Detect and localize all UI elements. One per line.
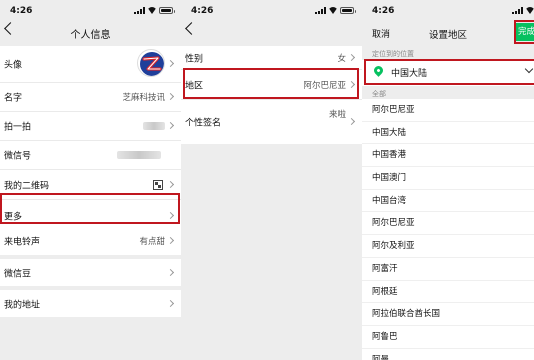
redacted-value xyxy=(117,151,161,159)
row-label: 微信豆 xyxy=(4,269,32,279)
chevron-right-icon xyxy=(347,117,356,126)
row-ringtone[interactable]: 来电铃声 有点甜 xyxy=(0,227,181,255)
located-section-header: 定位到的位置 xyxy=(362,46,534,60)
row-value: 来啦 xyxy=(328,110,346,120)
signal-icon xyxy=(134,7,145,14)
all-label: 全部 xyxy=(372,90,386,98)
row-label: 来电铃声 xyxy=(4,237,41,248)
row-avatar[interactable]: 头像 xyxy=(0,46,181,83)
region-list: 阿尔巴尼亚 中国大陆 中国香港 中国澳门 中国台湾 阿尔巴尼亚 阿尔及利亚 阿富… xyxy=(362,99,534,360)
row-pat[interactable]: 拍一拍 xyxy=(0,112,181,141)
nav-bar: 个人信息 xyxy=(0,20,181,44)
row-value: 芝麻科技讯 xyxy=(122,93,165,103)
row-region[interactable]: 地区 阿尔巴尼亚 xyxy=(181,70,362,100)
redacted-value xyxy=(143,122,165,130)
status-time: 4:26 xyxy=(372,6,395,16)
row-label: 头像 xyxy=(4,60,23,71)
wechat-beans-group: 微信豆 xyxy=(0,259,181,286)
located-label: 定位到的位置 xyxy=(372,50,414,58)
region-item[interactable]: 阿富汗 xyxy=(362,258,534,281)
row-value: 阿尔巴尼亚 xyxy=(303,80,346,91)
nav-bar: 取消 设置地区 完成 xyxy=(362,20,534,46)
row-qr-code[interactable]: 我的二维码 xyxy=(0,170,181,200)
status-time: 4:26 xyxy=(191,6,214,16)
profile-group: 头像 名字 芝麻科技讯 拍一拍 微信号 我的二维码 更多 xyxy=(0,46,181,232)
chevron-right-icon xyxy=(166,299,175,307)
chevron-right-icon xyxy=(347,53,356,61)
address-group: 我的地址 xyxy=(0,290,181,317)
status-bar: 4:26 xyxy=(362,0,534,20)
battery-icon xyxy=(340,7,356,14)
row-signature[interactable]: 个性签名 来啦 xyxy=(181,100,362,144)
chevron-right-icon xyxy=(166,211,175,220)
row-label: 更多 xyxy=(4,212,23,223)
row-label: 微信号 xyxy=(4,151,32,162)
qr-code-icon xyxy=(153,179,163,190)
chevron-right-icon xyxy=(166,236,175,245)
row-label: 名字 xyxy=(4,93,23,104)
more-group: 性别 女 地区 阿尔巴尼亚 个性签名 来啦 xyxy=(181,46,362,144)
row-wechat-id[interactable]: 微信号 xyxy=(0,141,181,170)
row-label: 个性签名 xyxy=(185,118,222,129)
region-item[interactable]: 阿尔巴尼亚 xyxy=(362,99,534,122)
region-item[interactable]: 中国澳门 xyxy=(362,167,534,190)
region-item[interactable]: 阿鲁巴 xyxy=(362,326,534,349)
chevron-right-icon xyxy=(347,80,356,88)
row-label: 地区 xyxy=(185,81,204,91)
chevron-right-icon xyxy=(166,59,175,68)
located-region-name: 中国大陆 xyxy=(391,69,428,79)
region-item[interactable]: 中国大陆 xyxy=(362,122,534,145)
wifi-icon xyxy=(329,7,337,14)
done-button[interactable]: 完成 xyxy=(514,23,534,41)
region-item[interactable]: 阿尔及利亚 xyxy=(362,235,534,258)
page-title: 设置地区 xyxy=(428,30,467,41)
chevron-right-icon xyxy=(166,268,175,276)
row-address[interactable]: 我的地址 xyxy=(0,290,181,317)
row-label: 拍一拍 xyxy=(4,122,32,133)
chevron-right-icon xyxy=(166,121,175,130)
nav-bar xyxy=(181,20,362,44)
back-arrow-icon[interactable] xyxy=(185,22,198,35)
region-item[interactable]: 阿曼 xyxy=(362,349,534,360)
row-wechat-beans[interactable]: 微信豆 xyxy=(0,259,181,286)
row-name[interactable]: 名字 芝麻科技讯 xyxy=(0,83,181,112)
region-item[interactable]: 阿根廷 xyxy=(362,281,534,304)
page-title: 个人信息 xyxy=(70,30,111,41)
row-value: 有点甜 xyxy=(139,237,165,247)
personal-info-screen: 4:26 个人信息 头像 名字 芝麻科技讯 拍一拍 微信号 我的二维码 更多 来… xyxy=(0,0,181,360)
set-region-screen: 4:26 取消 设置地区 完成 定位到的位置 中国大陆 全部 阿尔巴尼亚 中国大… xyxy=(362,0,534,360)
signal-icon xyxy=(315,7,326,14)
location-pin-icon xyxy=(372,64,385,77)
status-bar: 4:26 xyxy=(181,0,362,20)
located-region-row[interactable]: 中国大陆 xyxy=(362,60,534,84)
status-time: 4:26 xyxy=(10,6,33,16)
ringtone-group: 来电铃声 有点甜 xyxy=(0,227,181,255)
row-value: 女 xyxy=(337,53,346,64)
all-section-header: 全部 xyxy=(362,86,534,99)
chevron-right-icon xyxy=(166,92,175,101)
chevron-right-icon xyxy=(166,180,175,188)
avatar xyxy=(137,49,165,77)
wifi-icon xyxy=(148,7,156,14)
region-item[interactable]: 中国台湾 xyxy=(362,190,534,213)
region-item[interactable]: 中国香港 xyxy=(362,144,534,168)
region-item[interactable]: 阿尔巴尼亚 xyxy=(362,212,534,236)
signal-icon xyxy=(512,7,523,14)
row-gender[interactable]: 性别 女 xyxy=(181,46,362,70)
more-info-screen: 4:26 性别 女 地区 阿尔巴尼亚 个性签名 来啦 xyxy=(181,0,362,360)
battery-icon xyxy=(159,7,175,14)
chevron-down-icon xyxy=(524,64,534,74)
row-label: 性别 xyxy=(185,54,204,64)
status-bar: 4:26 xyxy=(0,0,181,20)
row-label: 我的二维码 xyxy=(4,181,50,191)
wifi-icon xyxy=(526,7,534,14)
row-label: 我的地址 xyxy=(4,300,41,310)
region-item[interactable]: 阿拉伯联合酋长国 xyxy=(362,303,534,326)
